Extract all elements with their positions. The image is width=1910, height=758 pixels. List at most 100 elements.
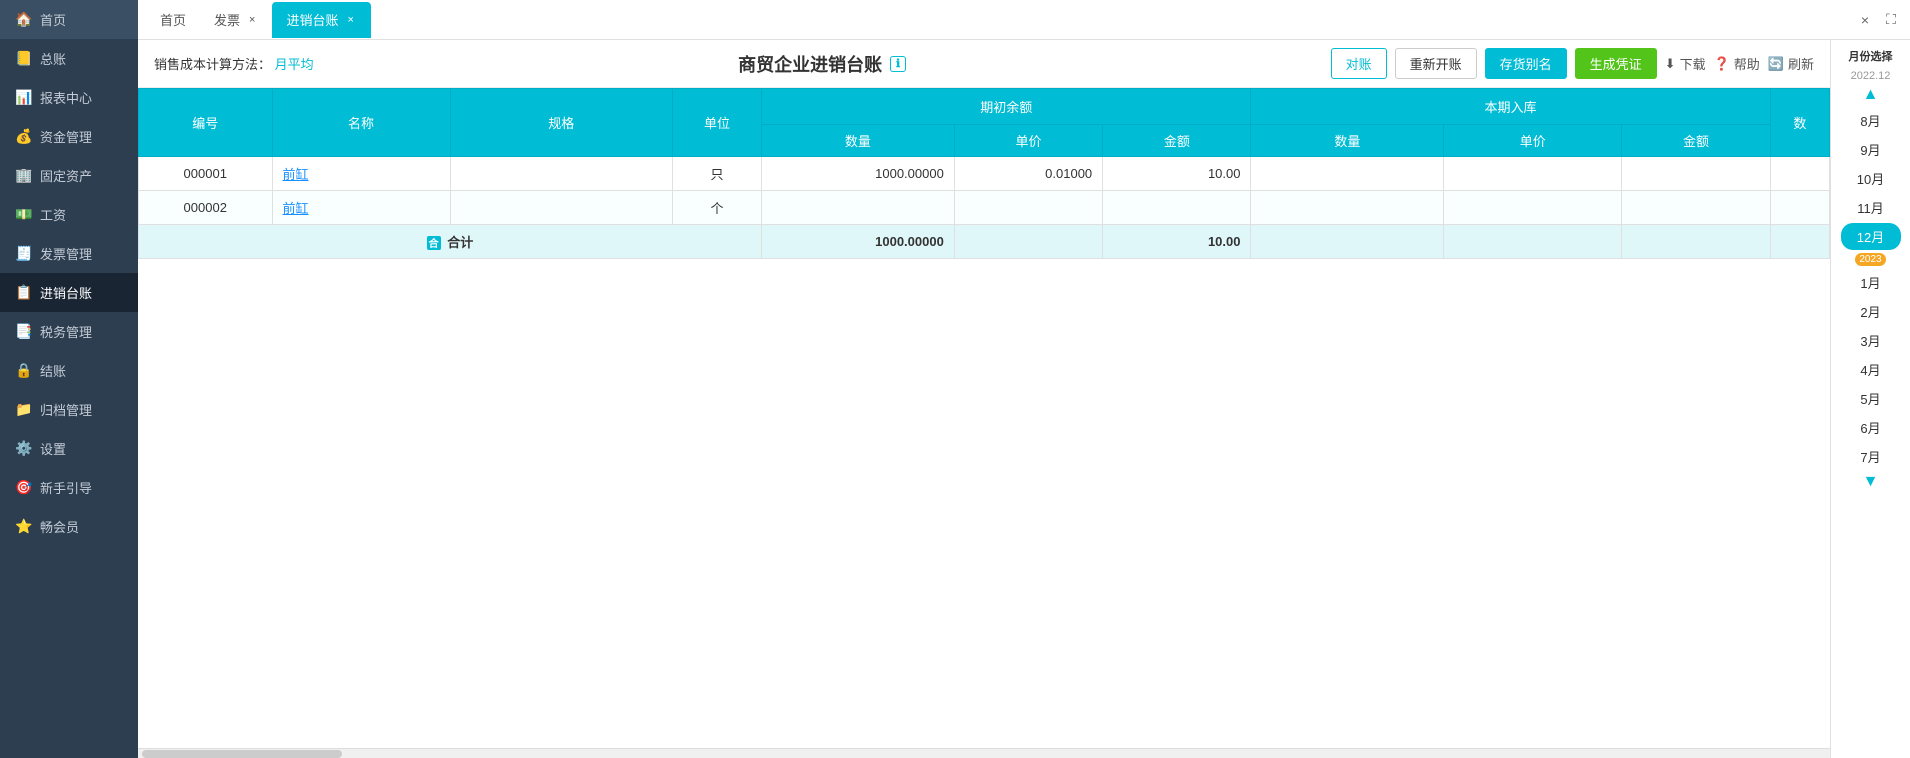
month-up-button[interactable]: ▲ [1855, 84, 1887, 106]
cell-name[interactable]: 前缸 [272, 157, 450, 191]
window-maximize-button[interactable]: ⛶ [1880, 9, 1902, 31]
top-bar: 销售成本计算方法： 月平均 商贸企业进销台账 ℹ 对账 重新开账 存货别名 生成… [138, 40, 1830, 88]
tab-purchase-close[interactable]: × [344, 13, 356, 27]
month-item-2023-5[interactable]: 5月 [1841, 385, 1901, 412]
month-down-button[interactable]: ▼ [1855, 471, 1887, 493]
tab-invoice-close[interactable]: × [246, 13, 258, 27]
refresh-icon: 🔄 [1768, 56, 1784, 72]
item-name-link[interactable]: 前缸 [283, 201, 309, 216]
horizontal-scrollbar[interactable] [138, 748, 1830, 758]
purchase-icon: 📋 [16, 285, 32, 301]
cost-method-label: 销售成本计算方法： [154, 57, 271, 72]
col-sub-in-qty: 数量 [1251, 125, 1444, 157]
month-item-2023-1[interactable]: 1月 [1841, 269, 1901, 296]
title-info-icon[interactable]: ℹ [890, 56, 906, 72]
tab-bar: 首页 发票 × 进销台账 × × ⛶ [138, 0, 1910, 40]
cell-spec [450, 191, 673, 225]
sidebar-item-home[interactable]: 🏠 首页 [0, 0, 138, 39]
month-item-2023-7[interactable]: 7月 [1841, 443, 1901, 470]
cell-unit: 个 [673, 191, 762, 225]
main-area: 首页 发票 × 进销台账 × × ⛶ 销售成本计算方法： 月平均 商贸企业 [138, 0, 1910, 758]
tab-home[interactable]: 首页 [146, 2, 200, 38]
year-2023-badge: 2023 [1855, 253, 1885, 266]
sidebar-item-salary[interactable]: 💵 工资 [0, 195, 138, 234]
sidebar: 🏠 首页 📒 总账 📊 报表中心 💰 资金管理 🏢 固定资产 💵 工资 🧾 发票… [0, 0, 138, 758]
total-opening-price [954, 225, 1102, 259]
sidebar-item-label: 工资 [40, 205, 66, 224]
sidebar-item-purchase[interactable]: 📋 进销台账 [0, 273, 138, 312]
month-item-2023-4[interactable]: 4月 [1841, 356, 1901, 383]
cell-opening-amount: 10.00 [1103, 157, 1251, 191]
month-item-9[interactable]: 9月 [1841, 136, 1901, 163]
download-icon: ⬇ [1665, 56, 1676, 72]
sidebar-item-report[interactable]: 📊 报表中心 [0, 78, 138, 117]
total-text: 合计 [447, 235, 473, 250]
reopen-button[interactable]: 重新开账 [1395, 48, 1477, 79]
total-opening-qty: 1000.00000 [762, 225, 955, 259]
cell-unit: 只 [673, 157, 762, 191]
sidebar-item-asset[interactable]: 🏢 固定资产 [0, 156, 138, 195]
cell-in-qty [1251, 191, 1444, 225]
col-sub-in-price: 单价 [1444, 125, 1622, 157]
col-header-unit: 单位 [673, 89, 762, 157]
sidebar-item-label: 税务管理 [40, 322, 92, 341]
col-sub-in-amount: 金额 [1622, 125, 1770, 157]
cell-opening-qty: 1000.00000 [762, 157, 955, 191]
month-selector-title: 月份选择 [1849, 44, 1893, 68]
month-item-11[interactable]: 11月 [1841, 194, 1901, 221]
sidebar-item-label: 首页 [40, 10, 66, 29]
total-icon: 合 [427, 236, 441, 250]
sidebar-item-archive[interactable]: 📁 归档管理 [0, 390, 138, 429]
sidebar-item-ledger[interactable]: 📒 总账 [0, 39, 138, 78]
month-item-8[interactable]: 8月 [1841, 107, 1901, 134]
month-item-2023-3[interactable]: 3月 [1841, 327, 1901, 354]
refresh-button[interactable]: 🔄 刷新 [1768, 54, 1814, 73]
col-header-extra: 数 [1770, 89, 1829, 157]
generate-voucher-button[interactable]: 生成凭证 [1575, 48, 1657, 79]
month-item-2023-2[interactable]: 2月 [1841, 298, 1901, 325]
table-row: 000001 前缸 只 1000.00000 0.01000 10.00 [139, 157, 1830, 191]
sidebar-item-invoice[interactable]: 🧾 发票管理 [0, 234, 138, 273]
tab-invoice[interactable]: 发票 × [200, 2, 272, 38]
sidebar-item-label: 资金管理 [40, 127, 92, 146]
help-button[interactable]: ❓ 帮助 [1714, 54, 1760, 73]
month-selector-panel: 月份选择 2022.12 ▲ 8月 9月 10月 11月 12月 2023 1月… [1830, 40, 1910, 758]
ledger-icon: 📒 [16, 51, 32, 67]
month-item-2023-6[interactable]: 6月 [1841, 414, 1901, 441]
scrollbar-thumb[interactable] [142, 750, 342, 758]
cost-method: 销售成本计算方法： 月平均 [154, 54, 314, 73]
total-label: 合 合计 [139, 225, 762, 259]
sidebar-item-label: 设置 [40, 439, 66, 458]
sidebar-item-settings[interactable]: ⚙️ 设置 [0, 429, 138, 468]
sidebar-item-label: 新手引导 [40, 478, 92, 497]
sidebar-item-guide[interactable]: 🎯 新手引导 [0, 468, 138, 507]
item-name-link[interactable]: 前缸 [283, 167, 309, 182]
sidebar-item-member[interactable]: ⭐ 畅会员 [0, 507, 138, 546]
sidebar-item-close[interactable]: 🔒 结账 [0, 351, 138, 390]
home-icon: 🏠 [16, 12, 32, 28]
asset-icon: 🏢 [16, 168, 32, 184]
cell-name[interactable]: 前缸 [272, 191, 450, 225]
month-item-10[interactable]: 10月 [1841, 165, 1901, 192]
save-alias-button[interactable]: 存货别名 [1485, 48, 1567, 79]
download-button[interactable]: ⬇ 下载 [1665, 54, 1706, 73]
col-header-spec: 规格 [450, 89, 673, 157]
total-in-qty [1251, 225, 1444, 259]
cell-code: 000001 [139, 157, 273, 191]
cell-in-amount [1622, 157, 1770, 191]
total-extra [1770, 225, 1829, 259]
col-sub-opening-qty: 数量 [762, 125, 955, 157]
reconcile-button[interactable]: 对账 [1331, 48, 1387, 79]
member-icon: ⭐ [16, 519, 32, 535]
window-close-button[interactable]: × [1854, 9, 1876, 31]
guide-icon: 🎯 [16, 480, 32, 496]
total-in-amount [1622, 225, 1770, 259]
tab-purchase-label: 进销台账 [286, 10, 338, 29]
tax-icon: 📑 [16, 324, 32, 340]
month-item-12[interactable]: 12月 [1841, 223, 1901, 250]
col-sub-opening-amount: 金额 [1103, 125, 1251, 157]
tab-purchase[interactable]: 进销台账 × [272, 2, 370, 38]
table-container: 编号 名称 规格 单位 期初余额 本期入库 数 数量 单价 金额 数 [138, 88, 1830, 748]
sidebar-item-fund[interactable]: 💰 资金管理 [0, 117, 138, 156]
sidebar-item-tax[interactable]: 📑 税务管理 [0, 312, 138, 351]
